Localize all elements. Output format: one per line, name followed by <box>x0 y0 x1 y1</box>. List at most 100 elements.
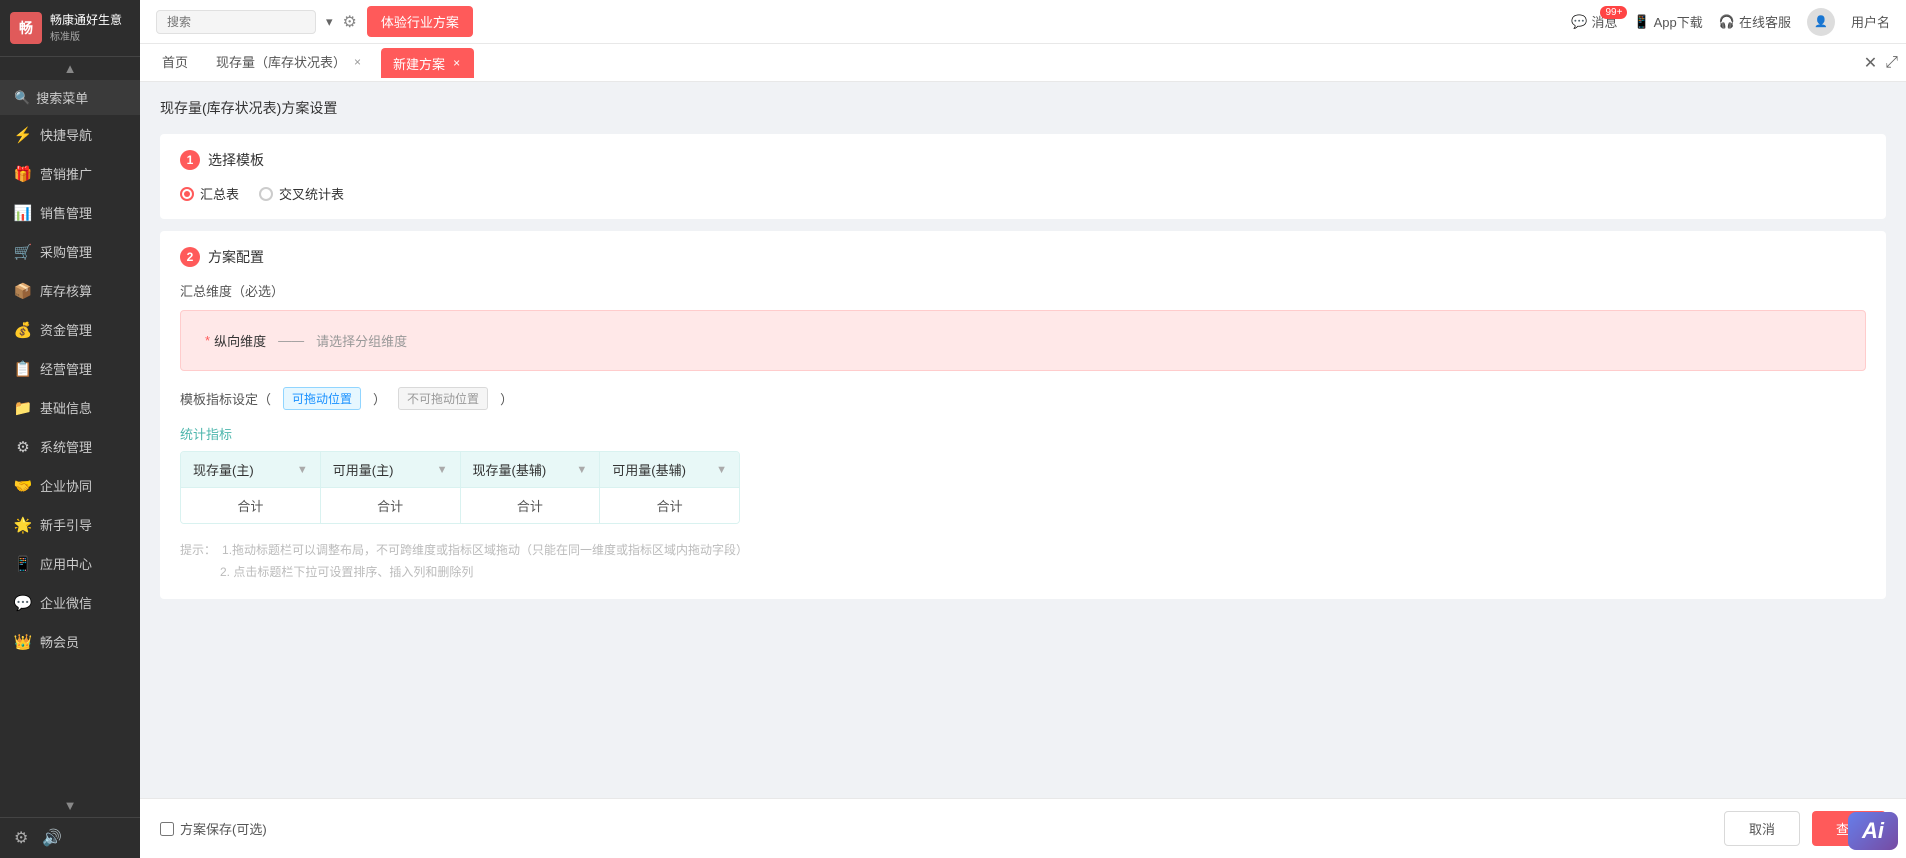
stats-col-3: 现存量(基辅) ▼ <box>461 452 601 487</box>
sidebar-item-label: 畅会员 <box>40 632 79 651</box>
template-indicator-suffix2: ） <box>500 389 513 408</box>
appcenter-icon: 📱 <box>14 555 32 573</box>
sidebar-item-inventory[interactable]: 📦 库存核算 <box>0 271 140 310</box>
newguide-icon: 🌟 <box>14 516 32 534</box>
template-indicator-prefix: 模板指标设定（ <box>180 389 271 408</box>
corpwx-icon: 💬 <box>14 594 32 612</box>
radio-cross-label: 交叉统计表 <box>279 184 344 203</box>
header-search-input[interactable] <box>156 10 316 34</box>
sidebar-item-label: 应用中心 <box>40 554 92 573</box>
sidebar-item-label: 采购管理 <box>40 242 92 261</box>
message-badge: 99+ <box>1600 6 1627 19</box>
stats-col-4: 可用量(基辅) ▼ <box>600 452 739 487</box>
sidebar-item-member[interactable]: 👑 畅会员 <box>0 622 140 661</box>
user-avatar[interactable]: 👤 <box>1807 8 1835 36</box>
stats-label: 统计指标 <box>180 424 1866 443</box>
management-icon: 📋 <box>14 360 32 378</box>
finance-icon: 💰 <box>14 321 32 339</box>
template-indicator-row: 模板指标设定（ 可拖动位置 ） 不可拖动位置 ） <box>180 387 1866 410</box>
tab-home[interactable]: 首页 <box>148 44 202 81</box>
cancel-button[interactable]: 取消 <box>1724 811 1800 846</box>
tab-newscheme-label: 新建方案 <box>393 54 445 73</box>
stats-col-2-chevron[interactable]: ▼ <box>437 464 448 476</box>
sound-icon[interactable]: 🔊 <box>42 828 62 848</box>
template-indicator-suffix: ） <box>373 389 386 408</box>
stats-table: 现存量(主) ▼ 可用量(主) ▼ 现存量(基辅) ▼ 可用量(基辅) ▼ <box>180 451 740 524</box>
step1-title: 选择模板 <box>208 150 264 170</box>
message-button[interactable]: 💬 消息 99+ <box>1571 12 1617 31</box>
hint-title: 提示： <box>180 540 216 562</box>
dimension-box[interactable]: * 纵向维度 —— 请选择分组维度 <box>180 310 1866 371</box>
online-service-button[interactable]: 🎧 在线客服 <box>1719 12 1791 31</box>
member-icon: 👑 <box>14 633 32 651</box>
username-label[interactable]: 用户名 <box>1851 12 1890 31</box>
sidebar-item-label: 新手引导 <box>40 515 92 534</box>
ai-badge[interactable]: Ai <box>1848 812 1898 850</box>
step2-title: 方案配置 <box>208 247 264 267</box>
basicinfo-icon: 📁 <box>14 399 32 417</box>
dimension-placeholder: 请选择分组维度 <box>316 331 407 350</box>
system-icon: ⚙ <box>14 438 32 456</box>
stats-sub-1: 合计 <box>181 487 321 523</box>
stats-col-1-label: 现存量(主) <box>193 460 254 479</box>
sidebar-bottom: ⚙ 🔊 <box>0 817 140 858</box>
draggable-chip: 可拖动位置 <box>283 387 361 410</box>
tab-newscheme-close[interactable]: × <box>451 56 462 70</box>
marketing-icon: 🎁 <box>14 165 32 183</box>
sidebar-item-newguide[interactable]: 🌟 新手引导 <box>0 505 140 544</box>
app-logo-icon: 畅 <box>10 12 42 44</box>
trial-button[interactable]: 体验行业方案 <box>367 6 473 37</box>
sidebar-item-collab[interactable]: 🤝 企业协同 <box>0 466 140 505</box>
tab-bar-actions: ✕ ⤢ <box>1864 44 1898 81</box>
tab-inventory-close[interactable]: × <box>352 55 363 69</box>
sidebar-nav: 🔍 搜索菜单 ⚡ 快捷导航 🎁 营销推广 📊 销售管理 🛒 采购管理 📦 库存核… <box>0 80 140 794</box>
save-checkbox-row: 方案保存(可选) <box>160 819 267 838</box>
top-header: ▾ ⚙ 体验行业方案 💬 消息 99+ 📱 App下载 🎧 在线客服 👤 用户名 <box>140 0 1906 44</box>
header-gear-icon[interactable]: ⚙ <box>343 12 357 32</box>
sidebar: 畅 畅康通好生意 标准版 ▲ 🔍 搜索菜单 ⚡ 快捷导航 🎁 营销推广 📊 销售… <box>0 0 140 858</box>
sidebar-item-finance[interactable]: 💰 资金管理 <box>0 310 140 349</box>
stats-col-1-chevron[interactable]: ▼ <box>297 464 308 476</box>
sidebar-item-appcenter[interactable]: 📱 应用中心 <box>0 544 140 583</box>
hints-section: 提示： 1.拖动标题栏可以调整布局，不可跨维度或指标区域拖动（只能在同一维度或指… <box>180 540 1866 583</box>
stats-col-4-chevron[interactable]: ▼ <box>716 464 727 476</box>
sidebar-item-search[interactable]: 🔍 搜索菜单 <box>0 80 140 115</box>
app-icon: 📱 <box>1633 14 1649 30</box>
radio-summary-table[interactable]: 汇总表 <box>180 184 239 203</box>
radio-cross-table[interactable]: 交叉统计表 <box>259 184 344 203</box>
tab-newscheme[interactable]: 新建方案 × <box>381 48 474 78</box>
service-label: 在线客服 <box>1739 12 1791 31</box>
stats-col-2-label: 可用量(主) <box>333 460 394 479</box>
sidebar-item-purchase[interactable]: 🛒 采购管理 <box>0 232 140 271</box>
stats-col-1: 现存量(主) ▼ <box>181 452 321 487</box>
sidebar-item-basicinfo[interactable]: 📁 基础信息 <box>0 388 140 427</box>
stats-col-3-chevron[interactable]: ▼ <box>576 464 587 476</box>
hint-1: 1.拖动标题栏可以调整布局，不可跨维度或指标区域拖动（只能在同一维度或指标区域内… <box>222 540 748 562</box>
purchase-icon: 🛒 <box>14 243 32 261</box>
tab-close-btn[interactable]: ✕ <box>1864 53 1877 73</box>
stats-col-4-label: 可用量(基辅) <box>612 460 686 479</box>
step2-label-row: 2 方案配置 <box>180 247 1866 267</box>
sidebar-item-marketing[interactable]: 🎁 营销推广 <box>0 154 140 193</box>
sidebar-scroll-down[interactable]: ▼ <box>0 794 140 817</box>
sidebar-item-quicknav[interactable]: ⚡ 快捷导航 <box>0 115 140 154</box>
header-dropdown-button[interactable]: ▾ <box>326 14 333 30</box>
sidebar-item-sales[interactable]: 📊 销售管理 <box>0 193 140 232</box>
save-checkbox[interactable] <box>160 822 174 836</box>
sidebar-item-management[interactable]: 📋 经营管理 <box>0 349 140 388</box>
tab-expand-btn[interactable]: ⤢ <box>1885 54 1898 72</box>
sidebar-item-label: 库存核算 <box>40 281 92 300</box>
save-checkbox-label: 方案保存(可选) <box>180 819 267 838</box>
settings-icon[interactable]: ⚙ <box>14 828 28 848</box>
stats-body: 合计 合计 合计 合计 <box>181 487 739 523</box>
sidebar-item-system[interactable]: ⚙ 系统管理 <box>0 427 140 466</box>
sidebar-scroll-up[interactable]: ▲ <box>0 57 140 80</box>
required-mark: * <box>205 333 210 348</box>
sidebar-item-label: 企业协同 <box>40 476 92 495</box>
hint-2: 2. 点击标题栏下拉可设置排序、插入列和删除列 <box>180 562 473 584</box>
page-title: 现存量(库存状况表)方案设置 <box>160 98 1886 118</box>
radio-summary-label: 汇总表 <box>200 184 239 203</box>
app-download-button[interactable]: 📱 App下载 <box>1633 12 1702 31</box>
sidebar-item-corpwx[interactable]: 💬 企业微信 <box>0 583 140 622</box>
tab-inventory[interactable]: 现存量（库存状况表） × <box>202 44 377 81</box>
